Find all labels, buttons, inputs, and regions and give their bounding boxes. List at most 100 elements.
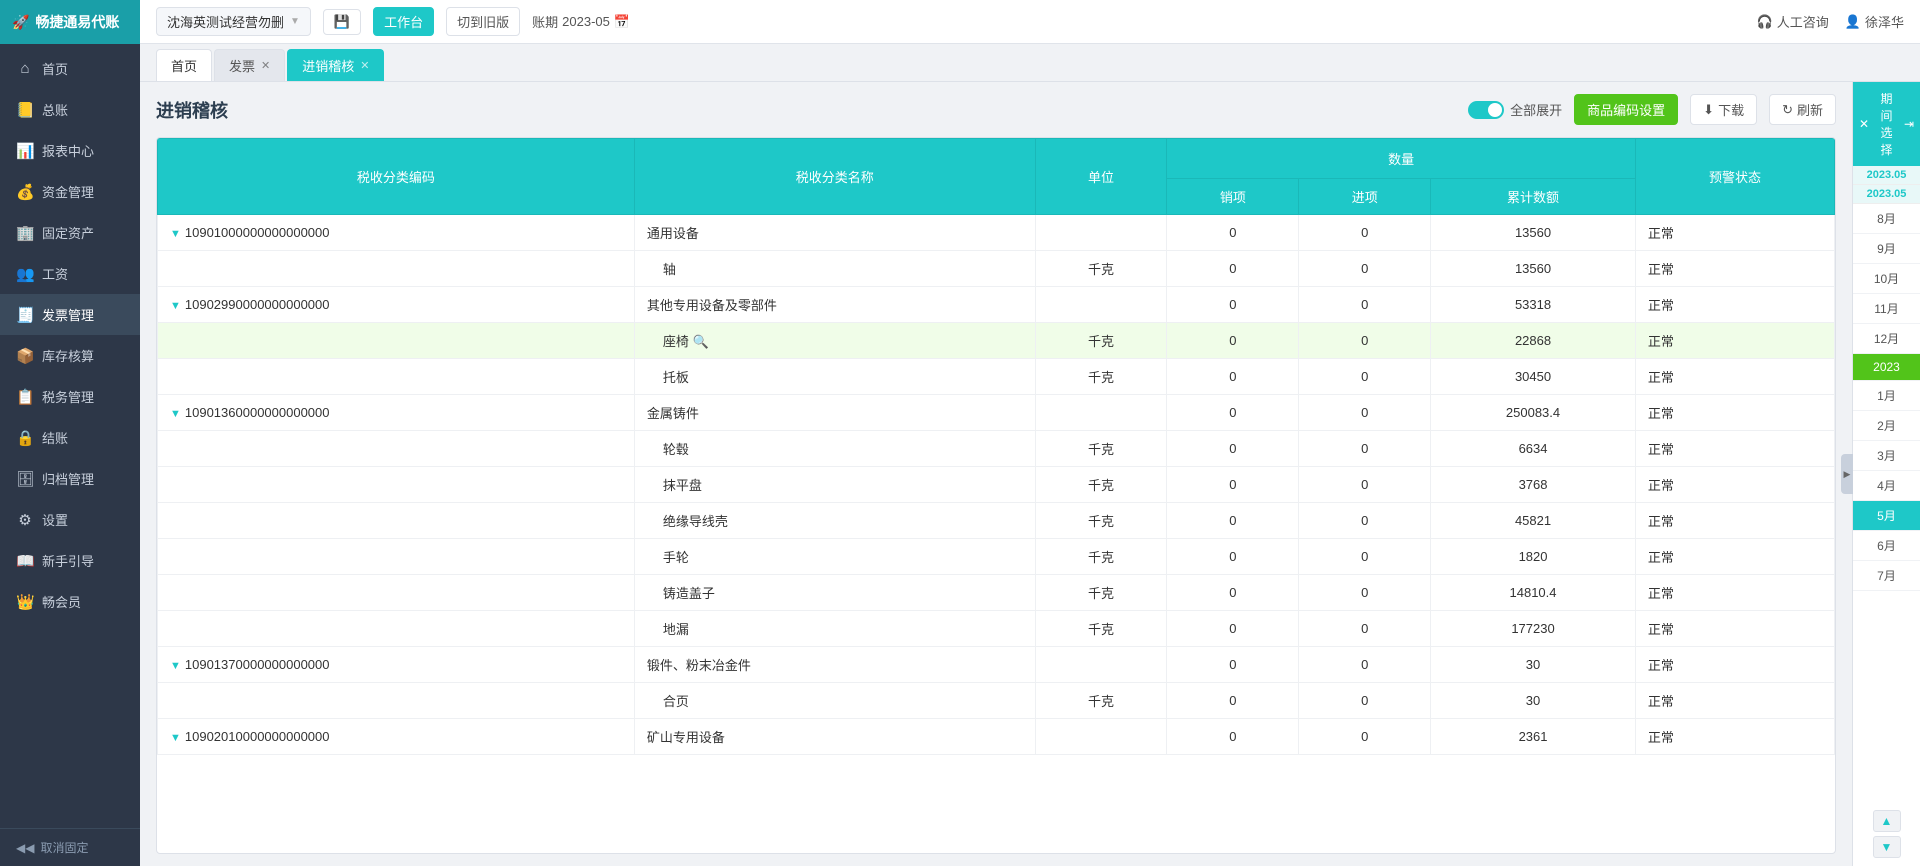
sidebar-label-guide: 新手引导 [42, 551, 94, 570]
table-row: ▼10901370000000000000 锻件、粉末冶金件 0 0 30 正常 [158, 647, 1835, 683]
cell-status: 正常 [1635, 395, 1834, 431]
sidebar-footer[interactable]: ◀◀ 取消固定 [0, 828, 140, 866]
funds-icon: 💰 [16, 183, 34, 201]
tab-reconcile-close[interactable]: ✕ [360, 59, 369, 72]
sidebar-item-tax[interactable]: 📋税务管理 [0, 376, 140, 417]
calendar-icon[interactable]: 📅 [614, 14, 630, 30]
tab-invoices-close[interactable]: ✕ [261, 59, 270, 72]
cell-code [158, 683, 635, 719]
sidebar-item-invoices[interactable]: 🧾发票管理 [0, 294, 140, 335]
month-11[interactable]: 11月 [1853, 294, 1920, 324]
footer-label: 取消固定 [40, 839, 88, 856]
closing-icon: 🔒 [16, 429, 34, 447]
data-table-wrapper: 税收分类编码 税收分类名称 单位 数量 预警状态 销项 进项 累计数额 [156, 137, 1836, 854]
col-quantity-group: 数量 [1167, 139, 1636, 179]
cell-name: 矿山专用设备 [634, 719, 1035, 755]
table-row: 抹平盘 千克 0 0 3768 正常 [158, 467, 1835, 503]
cell-sales: 0 [1167, 395, 1299, 431]
month-10[interactable]: 10月 [1853, 264, 1920, 294]
panel-up-btn[interactable]: ▲ [1873, 810, 1901, 832]
tab-invoices-label: 发票 [229, 56, 255, 75]
table-row: ▼10902990000000000000 其他专用设备及零部件 0 0 533… [158, 287, 1835, 323]
year-2023[interactable]: 2023 [1853, 354, 1920, 381]
month-4[interactable]: 4月 [1853, 471, 1920, 501]
save-draft-button[interactable]: 💾 [323, 9, 361, 35]
toggle-track[interactable] [1468, 101, 1504, 119]
product-code-btn[interactable]: 商品编码设置 [1574, 94, 1678, 125]
table-row: 合页 千克 0 0 30 正常 [158, 683, 1835, 719]
cell-unit: 千克 [1035, 431, 1167, 467]
panel-header: ✕ 期间选择 ⇥ [1853, 82, 1920, 166]
cell-total: 13560 [1431, 215, 1636, 251]
sidebar-item-funds[interactable]: 💰资金管理 [0, 171, 140, 212]
expand-toggle[interactable]: 全部展开 [1468, 100, 1562, 119]
archive-icon: 🗄 [16, 470, 34, 488]
cell-total: 6634 [1431, 431, 1636, 467]
tab-home[interactable]: 首页 [156, 49, 212, 81]
month-3[interactable]: 3月 [1853, 441, 1920, 471]
month-6[interactable]: 6月 [1853, 531, 1920, 561]
period-header-1: 2023.05 [1853, 166, 1920, 185]
sidebar-item-member[interactable]: 👑畅会员 [0, 581, 140, 622]
cell-unit: 千克 [1035, 359, 1167, 395]
download-btn[interactable]: ⬇ 下载 [1690, 94, 1757, 125]
cell-name: 地漏 [634, 611, 1035, 647]
month-8[interactable]: 8月 [1853, 204, 1920, 234]
sidebar-item-home[interactable]: ⌂首页 [0, 48, 140, 89]
month-7[interactable]: 7月 [1853, 561, 1920, 591]
sidebar-item-guide[interactable]: 📖新手引导 [0, 540, 140, 581]
table-body: ▼10901000000000000000 通用设备 0 0 13560 正常 … [158, 215, 1835, 755]
panel-close-btn[interactable]: ✕ [1857, 117, 1871, 131]
help-button[interactable]: 🎧 人工咨询 [1757, 12, 1829, 31]
workbench-button[interactable]: 工作台 [373, 7, 434, 36]
table-row: 轴 千克 0 0 13560 正常 [158, 251, 1835, 287]
cell-purchase: 0 [1299, 359, 1431, 395]
sidebar-item-settings[interactable]: ⚙设置 [0, 499, 140, 540]
cell-purchase: 0 [1299, 431, 1431, 467]
month-2[interactable]: 2月 [1853, 411, 1920, 441]
month-12[interactable]: 12月 [1853, 324, 1920, 354]
col-sales: 销项 [1167, 179, 1299, 215]
workbench-label: 工作台 [384, 12, 423, 31]
month-5-active[interactable]: 5月 [1853, 501, 1920, 531]
cell-total: 2361 [1431, 719, 1636, 755]
cell-name: 座椅🔍 [634, 323, 1035, 359]
cell-unit: 千克 [1035, 467, 1167, 503]
sidebar-item-assets[interactable]: 🏢固定资产 [0, 212, 140, 253]
sidebar-item-reports[interactable]: 📊报表中心 [0, 130, 140, 171]
refresh-btn[interactable]: ↻ 刷新 [1769, 94, 1836, 125]
sidebar-item-ledger[interactable]: 📒总账 [0, 89, 140, 130]
cell-unit: 千克 [1035, 503, 1167, 539]
cell-name: 轮毂 [634, 431, 1035, 467]
table-row: ▼10901000000000000000 通用设备 0 0 13560 正常 [158, 215, 1835, 251]
month-9[interactable]: 9月 [1853, 234, 1920, 264]
cell-total: 13560 [1431, 251, 1636, 287]
tab-reconcile[interactable]: 进销稽核 ✕ [287, 49, 384, 81]
panel-down-btn[interactable]: ▼ [1873, 836, 1901, 858]
panel-toggle-btn[interactable]: ▶ [1841, 454, 1853, 494]
col-warning: 预警状态 [1635, 139, 1834, 215]
product-code-label: 商品编码设置 [1587, 100, 1665, 119]
sidebar-item-archive[interactable]: 🗄归档管理 [0, 458, 140, 499]
cell-total: 45821 [1431, 503, 1636, 539]
cell-code: ▼10901000000000000000 [158, 215, 635, 251]
switch-old-button[interactable]: 切到旧版 [446, 7, 520, 36]
sidebar-item-payroll[interactable]: 👥工资 [0, 253, 140, 294]
month-1[interactable]: 1月 [1853, 381, 1920, 411]
sidebar-item-closing[interactable]: 🔒结账 [0, 417, 140, 458]
cell-purchase: 0 [1299, 215, 1431, 251]
cell-code [158, 611, 635, 647]
table-row: 托板 千克 0 0 30450 正常 [158, 359, 1835, 395]
toggle-label: 全部展开 [1510, 100, 1562, 119]
topbar-right: 🎧 人工咨询 👤 徐泽华 [1757, 12, 1904, 31]
cell-unit: 千克 [1035, 575, 1167, 611]
col-tax-code: 税收分类编码 [158, 139, 635, 215]
search-icon[interactable]: 🔍 [693, 334, 709, 349]
panel-expand-btn[interactable]: ⇥ [1902, 117, 1916, 131]
user-profile[interactable]: 👤 徐泽华 [1845, 12, 1904, 31]
table-row: 地漏 千克 0 0 177230 正常 [158, 611, 1835, 647]
tab-invoices[interactable]: 发票 ✕ [214, 49, 285, 81]
sidebar-item-inventory[interactable]: 📦库存核算 [0, 335, 140, 376]
table-row: ▼10902010000000000000 矿山专用设备 0 0 2361 正常 [158, 719, 1835, 755]
company-selector[interactable]: 沈海英测试经营勿删 ▼ [156, 7, 311, 36]
